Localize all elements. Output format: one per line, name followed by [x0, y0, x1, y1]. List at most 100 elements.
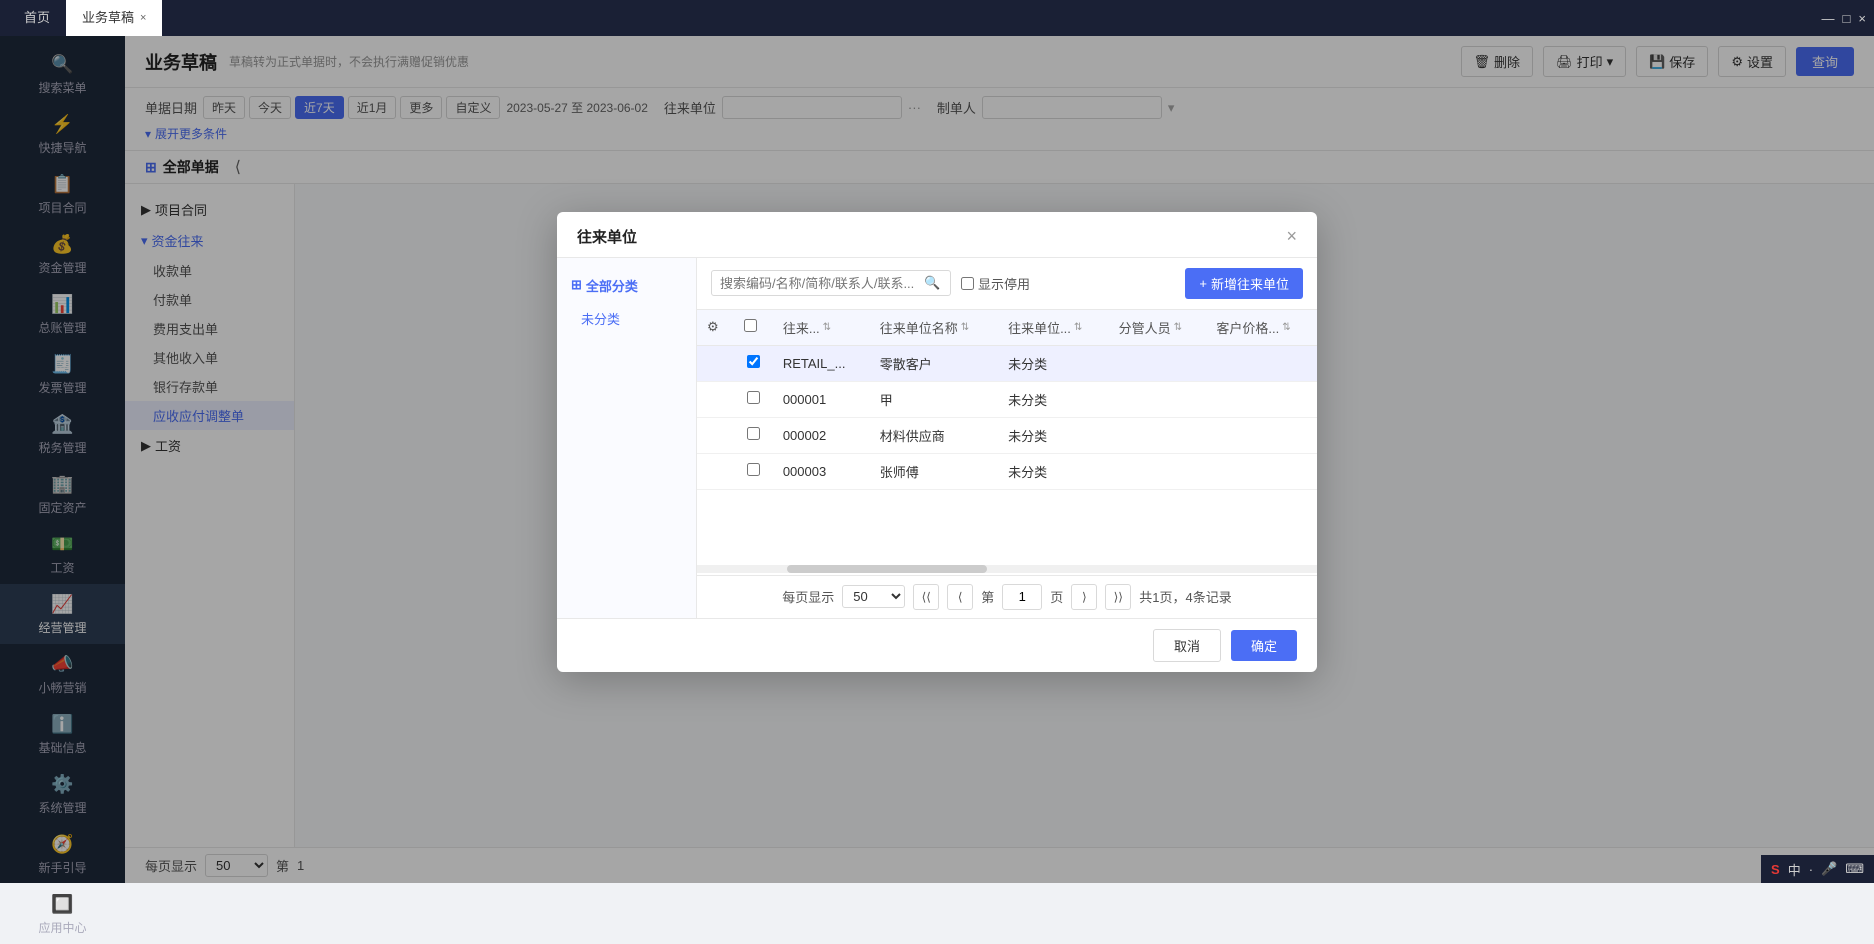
- top-bar: 首页 业务草稿 × — □ ×: [0, 0, 1874, 36]
- add-icon: +: [1199, 276, 1207, 291]
- table-header: ⚙ 往来... ⇅: [697, 310, 1317, 346]
- tray-dot: ·: [1809, 862, 1813, 877]
- confirm-button[interactable]: 确定: [1231, 630, 1297, 661]
- show-disabled-label: 显示停用: [978, 274, 1030, 293]
- show-disabled-toggle[interactable]: 显示停用: [961, 274, 1030, 293]
- modal-footer: 取消 确定: [557, 618, 1317, 672]
- row-2-name: 甲: [870, 381, 998, 417]
- th-settings: ⚙: [697, 310, 734, 346]
- minimize-button[interactable]: —: [1822, 11, 1835, 26]
- row-3-manager: [1109, 417, 1207, 453]
- prev-page-button[interactable]: ⟨: [947, 584, 973, 610]
- add-partner-button[interactable]: + 新增往来单位: [1185, 268, 1303, 299]
- settings-icon-2: ⚙: [707, 319, 719, 334]
- row-4-settings: [697, 453, 734, 489]
- modal-header: 往来单位 ×: [557, 212, 1317, 258]
- next-page-button[interactable]: ⟩: [1071, 584, 1097, 610]
- table-row[interactable]: 000003 张师傅 未分类: [697, 453, 1317, 489]
- th-code[interactable]: 往来... ⇅: [773, 310, 870, 346]
- table-body: RETAIL_... 零散客户 未分类 000001: [697, 345, 1317, 489]
- row-4-select[interactable]: [747, 463, 760, 476]
- tray-mic-icon: 🎤: [1821, 861, 1837, 877]
- horizontal-scrollbar[interactable]: [697, 565, 1317, 573]
- close-button[interactable]: ×: [1858, 11, 1866, 26]
- system-tray: S 中 · 🎤 ⌨: [1761, 855, 1874, 883]
- row-1-settings: [697, 345, 734, 381]
- th-name[interactable]: 往来单位名称 ⇅: [870, 310, 998, 346]
- row-1-checkbox[interactable]: [734, 345, 773, 381]
- row-1-price: [1206, 345, 1317, 381]
- sort-icon-3: ⇅: [1074, 322, 1082, 333]
- table-row[interactable]: 000002 材料供应商 未分类: [697, 417, 1317, 453]
- th-manager-label: 分管人员: [1119, 318, 1171, 337]
- row-3-select[interactable]: [747, 427, 760, 440]
- th-name-label: 往来单位名称: [880, 318, 958, 337]
- page-number-input[interactable]: [1002, 584, 1042, 610]
- tab-close-icon[interactable]: ×: [140, 0, 146, 36]
- show-disabled-checkbox[interactable]: [961, 277, 974, 290]
- row-4-code: 000003: [773, 453, 870, 489]
- sort-icon: ⇅: [823, 322, 831, 333]
- tab-active-label: 业务草稿: [82, 0, 134, 36]
- page-unit: 页: [1050, 587, 1063, 606]
- row-2-select[interactable]: [747, 391, 760, 404]
- sort-icon-2: ⇅: [961, 322, 969, 333]
- partner-modal: 往来单位 × ⊞ 全部分类 未分类 🔍 显示停用: [557, 212, 1317, 672]
- th-price[interactable]: 客户价格... ⇅: [1206, 310, 1317, 346]
- row-1-select[interactable]: [747, 355, 760, 368]
- tray-lang: 中: [1788, 860, 1801, 879]
- row-1-category: 未分类: [998, 345, 1109, 381]
- modal-categories: ⊞ 全部分类 未分类: [557, 258, 697, 618]
- tab-area: 首页 业务草稿 ×: [8, 0, 1822, 36]
- modal-body: ⊞ 全部分类 未分类 🔍 显示停用 + 新增往来单位: [557, 258, 1317, 618]
- sidebar-item-appstore[interactable]: 🔲 应用中心: [0, 884, 125, 944]
- row-2-checkbox[interactable]: [734, 381, 773, 417]
- th-price-label: 客户价格...: [1216, 318, 1279, 337]
- row-3-settings: [697, 417, 734, 453]
- sort-icon-4: ⇅: [1174, 322, 1182, 333]
- modal-unclassified[interactable]: 未分类: [557, 303, 696, 334]
- partner-search-input[interactable]: [720, 276, 920, 291]
- row-3-checkbox[interactable]: [734, 417, 773, 453]
- table-row[interactable]: RETAIL_... 零散客户 未分类: [697, 345, 1317, 381]
- th-code-label: 往来...: [783, 318, 820, 337]
- cancel-button[interactable]: 取消: [1153, 629, 1221, 662]
- modal-all-categories[interactable]: ⊞ 全部分类: [557, 268, 696, 303]
- maximize-button[interactable]: □: [1843, 11, 1851, 26]
- row-2-price: [1206, 381, 1317, 417]
- add-partner-label: 新增往来单位: [1211, 274, 1289, 293]
- search-icon-2: 🔍: [924, 275, 940, 291]
- modal-close-button[interactable]: ×: [1286, 227, 1297, 245]
- row-2-manager: [1109, 381, 1207, 417]
- tray-keyboard-icon: ⌨: [1845, 861, 1864, 877]
- row-3-name: 材料供应商: [870, 417, 998, 453]
- row-4-name: 张师傅: [870, 453, 998, 489]
- all-categories-label: 全部分类: [586, 276, 638, 295]
- row-2-settings: [697, 381, 734, 417]
- table-row[interactable]: 000001 甲 未分类: [697, 381, 1317, 417]
- row-3-code: 000002: [773, 417, 870, 453]
- row-1-manager: [1109, 345, 1207, 381]
- window-controls: — □ ×: [1822, 11, 1866, 26]
- first-page-button[interactable]: ⟨⟨: [913, 584, 939, 610]
- th-checkbox[interactable]: [734, 310, 773, 346]
- row-3-price: [1206, 417, 1317, 453]
- row-4-manager: [1109, 453, 1207, 489]
- row-1-name: 零散客户: [870, 345, 998, 381]
- modal-per-page-select[interactable]: 50: [842, 585, 905, 608]
- tab-home[interactable]: 首页: [8, 0, 66, 36]
- table-header-row: ⚙ 往来... ⇅: [697, 310, 1317, 346]
- total-records-label: 共1页，4条记录: [1139, 587, 1231, 606]
- tab-active[interactable]: 业务草稿 ×: [66, 0, 162, 36]
- th-category[interactable]: 往来单位... ⇅: [998, 310, 1109, 346]
- th-category-label: 往来单位...: [1008, 318, 1071, 337]
- row-4-checkbox[interactable]: [734, 453, 773, 489]
- row-2-category: 未分类: [998, 381, 1109, 417]
- modal-search-bar: 🔍 显示停用 + 新增往来单位: [697, 258, 1317, 310]
- select-all-checkbox[interactable]: [744, 319, 757, 332]
- row-1-code: RETAIL_...: [773, 345, 870, 381]
- scroll-thumb[interactable]: [787, 565, 987, 573]
- last-page-button[interactable]: ⟩⟩: [1105, 584, 1131, 610]
- partners-table: ⚙ 往来... ⇅: [697, 310, 1317, 490]
- th-manager[interactable]: 分管人员 ⇅: [1109, 310, 1207, 346]
